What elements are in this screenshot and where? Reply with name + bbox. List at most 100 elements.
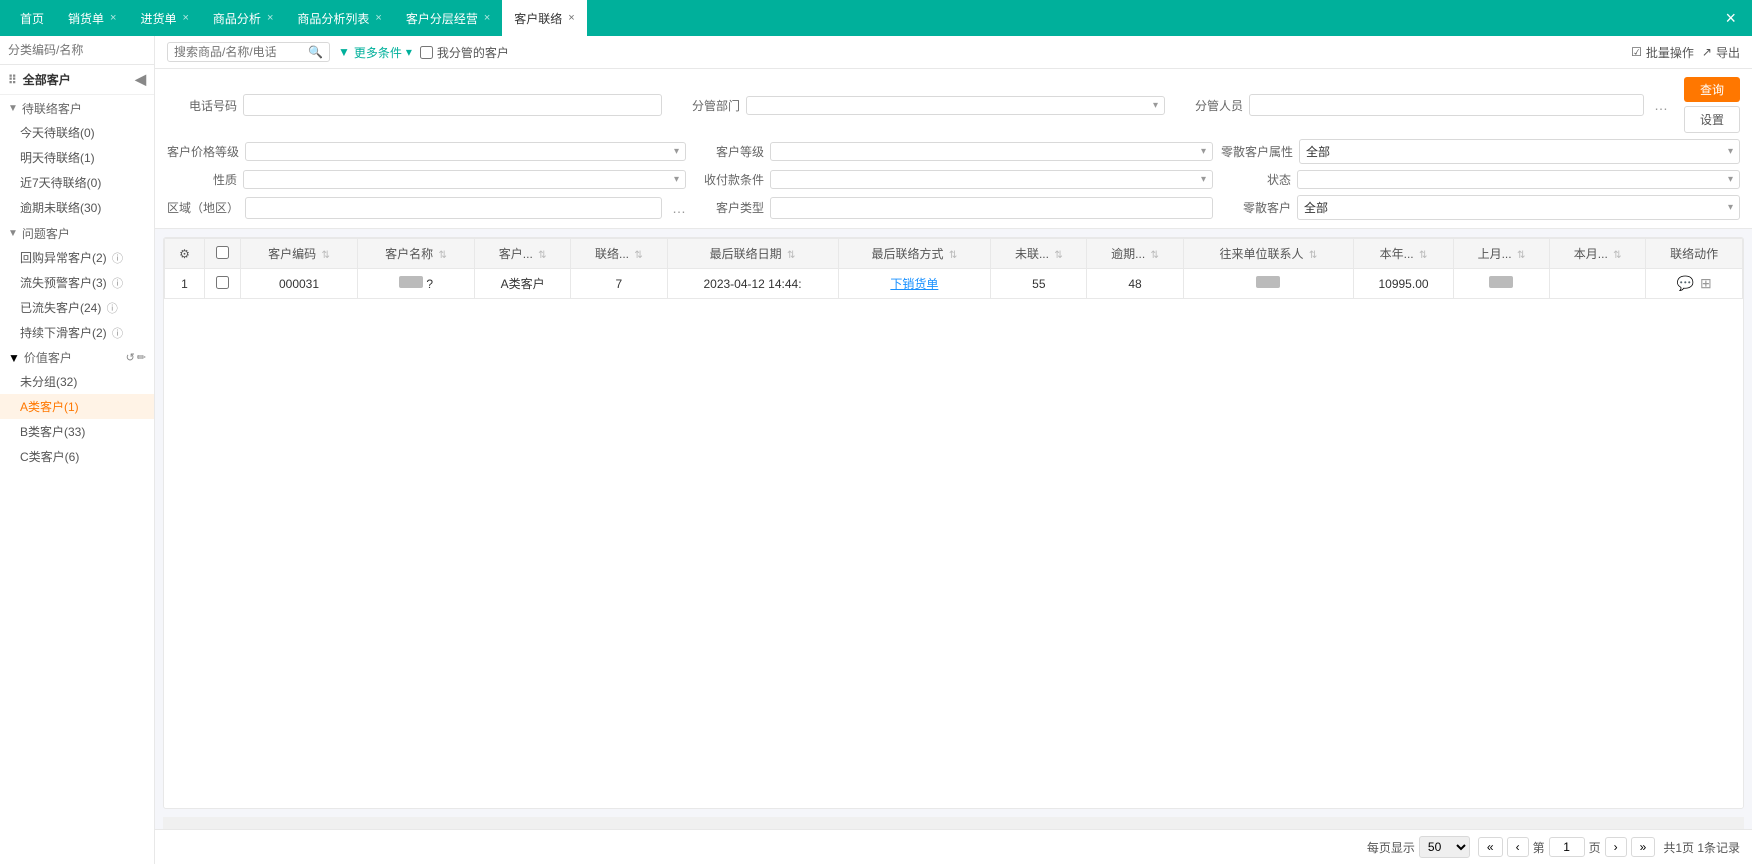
prev-page-button[interactable]: ‹: [1507, 837, 1529, 857]
page-size-select[interactable]: 20 50 100: [1419, 836, 1470, 858]
sidebar-item-abnormal[interactable]: 回购异常客户(2) ⓘ: [0, 245, 154, 270]
retail-attr-select[interactable]: 全部 ▾: [1299, 139, 1740, 164]
horizontal-scrollbar[interactable]: [163, 817, 1744, 829]
collapse-icon[interactable]: ◀: [135, 71, 146, 88]
nature-arrow-icon: ▾: [674, 174, 679, 185]
nav-product-analysis[interactable]: 商品分析 ×: [201, 0, 285, 36]
sort-lastmonth-icon[interactable]: ⇅: [1517, 250, 1525, 261]
gear-icon[interactable]: ⚙: [179, 247, 190, 261]
nav-customer-contact-close[interactable]: ×: [568, 12, 574, 24]
qr-icon[interactable]: ⊞: [1700, 275, 1712, 292]
sort-year-icon[interactable]: ⇅: [1419, 250, 1427, 261]
td-contact-count: 7: [571, 269, 667, 299]
sidebar-item-tomorrow[interactable]: 明天待联络(1): [0, 145, 154, 170]
sort-notcontact-icon[interactable]: ⇅: [1054, 250, 1062, 261]
nav-customer-contact[interactable]: 客户联络 ×: [502, 0, 586, 36]
batch-operation-button[interactable]: ☑ 批量操作: [1631, 44, 1694, 61]
sidebar-item-class-b[interactable]: B类客户(33): [0, 419, 154, 444]
info-icon-2: ⓘ: [112, 278, 123, 290]
edit-icon[interactable]: ✏: [137, 351, 146, 364]
retail-customer-select[interactable]: 全部 ▾: [1297, 195, 1740, 220]
phone-input[interactable]: [243, 94, 662, 116]
page-size-selector: 每页显示 20 50 100: [1367, 836, 1470, 858]
sidebar-item-overdue[interactable]: 逾期未联络(30): [0, 195, 154, 220]
batch-icon: ☑: [1631, 45, 1642, 59]
td-last-method[interactable]: 下销货单: [838, 269, 991, 299]
nav-product-list-close[interactable]: ×: [375, 12, 381, 24]
sidebar-item-7days[interactable]: 近7天待联络(0): [0, 170, 154, 195]
sidebar-item-loss-warning[interactable]: 流失预警客户(3) ⓘ: [0, 270, 154, 295]
sort-thismonth-icon[interactable]: ⇅: [1613, 250, 1621, 261]
query-button[interactable]: 查询: [1684, 77, 1740, 102]
td-code: 000031: [241, 269, 358, 299]
customer-table: ⚙ 客户编码 ⇅ 客户名称 ⇅: [164, 238, 1743, 299]
td-overdue: 48: [1087, 269, 1183, 299]
retail-customer-arrow-icon: ▾: [1728, 202, 1733, 213]
sort-overdue-icon[interactable]: ⇅: [1151, 250, 1159, 261]
person-more-icon[interactable]: …: [1654, 97, 1668, 113]
th-this-month: 本月... ⇅: [1550, 239, 1646, 269]
sidebar-item-unclassified[interactable]: 未分组(32): [0, 369, 154, 394]
region-more-icon[interactable]: …: [672, 200, 686, 216]
grade-select[interactable]: ▾: [770, 142, 1213, 161]
sidebar-item-today[interactable]: 今天待联络(0): [0, 120, 154, 145]
sidebar: 🔍 ⠿ 全部客户 ◀ ▼ 待联络客户 今天待联络(0) 明天待联络(1) 近7天…: [0, 36, 155, 864]
sort-method-icon[interactable]: ⇅: [949, 250, 957, 261]
page-number-input[interactable]: [1549, 837, 1585, 857]
nav-home[interactable]: 首页: [8, 0, 56, 36]
nav-customer-segment[interactable]: 客户分层经营 ×: [394, 0, 502, 36]
nav-sales-close[interactable]: ×: [110, 12, 116, 24]
nav-purchase[interactable]: 进货单 ×: [128, 0, 200, 36]
region-field: 区域（地区） …: [167, 197, 686, 219]
nav-product-list[interactable]: 商品分析列表 ×: [285, 0, 393, 36]
nav-sales[interactable]: 销货单 ×: [56, 0, 128, 36]
my-customers-checkbox[interactable]: [420, 46, 433, 59]
th-not-contacted: 未联... ⇅: [991, 239, 1087, 269]
grade-field: 客户等级 ▾: [694, 142, 1213, 161]
pay-cond-field: 收付款条件 ▾: [694, 170, 1213, 189]
sidebar-search-input[interactable]: [8, 43, 155, 57]
info-icon-4: ⓘ: [112, 328, 123, 340]
sidebar-item-declining[interactable]: 持续下滑客户(2) ⓘ: [0, 320, 154, 345]
window-close-button[interactable]: ×: [1717, 8, 1744, 29]
sort-type-icon[interactable]: ⇅: [538, 250, 546, 261]
next-page-button[interactable]: ›: [1605, 837, 1627, 857]
sidebar-item-class-a[interactable]: A类客户(1): [0, 394, 154, 419]
main-search-icon[interactable]: 🔍: [308, 45, 323, 59]
more-conditions-button[interactable]: ▼ 更多条件 ▾: [338, 44, 412, 61]
nature-select[interactable]: ▾: [243, 170, 686, 189]
contact-icon[interactable]: 💬: [1677, 275, 1694, 292]
sidebar-item-lost[interactable]: 已流失客户(24) ⓘ: [0, 295, 154, 320]
refresh-icon[interactable]: ↺: [126, 351, 135, 364]
sort-name-icon[interactable]: ⇅: [439, 250, 447, 261]
dept-select[interactable]: ▾: [746, 96, 1165, 115]
sort-code-icon[interactable]: ⇅: [322, 250, 330, 261]
first-page-button[interactable]: «: [1478, 837, 1503, 857]
pending-contact-group[interactable]: ▼ 待联络客户: [0, 95, 154, 120]
value-customers-group[interactable]: ▼ 价值客户 ↺ ✏: [0, 345, 154, 369]
row-checkbox[interactable]: [216, 276, 229, 289]
all-customers-header[interactable]: ⠿ 全部客户 ◀: [0, 65, 154, 95]
person-input[interactable]: [1249, 94, 1644, 116]
pay-cond-select[interactable]: ▾: [770, 170, 1213, 189]
nav-product-analysis-close[interactable]: ×: [267, 12, 273, 24]
sort-date-icon[interactable]: ⇅: [787, 250, 795, 261]
nav-customer-segment-close[interactable]: ×: [484, 12, 490, 24]
problem-customers-group[interactable]: ▼ 问题客户: [0, 220, 154, 245]
select-all-checkbox[interactable]: [216, 246, 229, 259]
nav-purchase-close[interactable]: ×: [182, 12, 188, 24]
price-grade-select[interactable]: ▾: [245, 142, 686, 161]
sort-contacts-icon[interactable]: ⇅: [1309, 250, 1317, 261]
customer-type-input[interactable]: [770, 197, 1213, 219]
search-box: 🔍: [167, 42, 330, 62]
my-customers-checkbox-area: 我分管的客户: [420, 44, 509, 61]
last-page-button[interactable]: »: [1631, 837, 1656, 857]
status-select[interactable]: ▾: [1297, 170, 1740, 189]
sort-contact-icon[interactable]: ⇅: [634, 250, 642, 261]
settings-button[interactable]: 设置: [1684, 106, 1740, 133]
main-search-input[interactable]: [174, 45, 304, 59]
region-input[interactable]: [245, 197, 662, 219]
data-table-wrapper: ⚙ 客户编码 ⇅ 客户名称 ⇅: [163, 237, 1744, 809]
sidebar-item-class-c[interactable]: C类客户(6): [0, 444, 154, 469]
export-button[interactable]: ↗ 导出: [1702, 44, 1740, 61]
